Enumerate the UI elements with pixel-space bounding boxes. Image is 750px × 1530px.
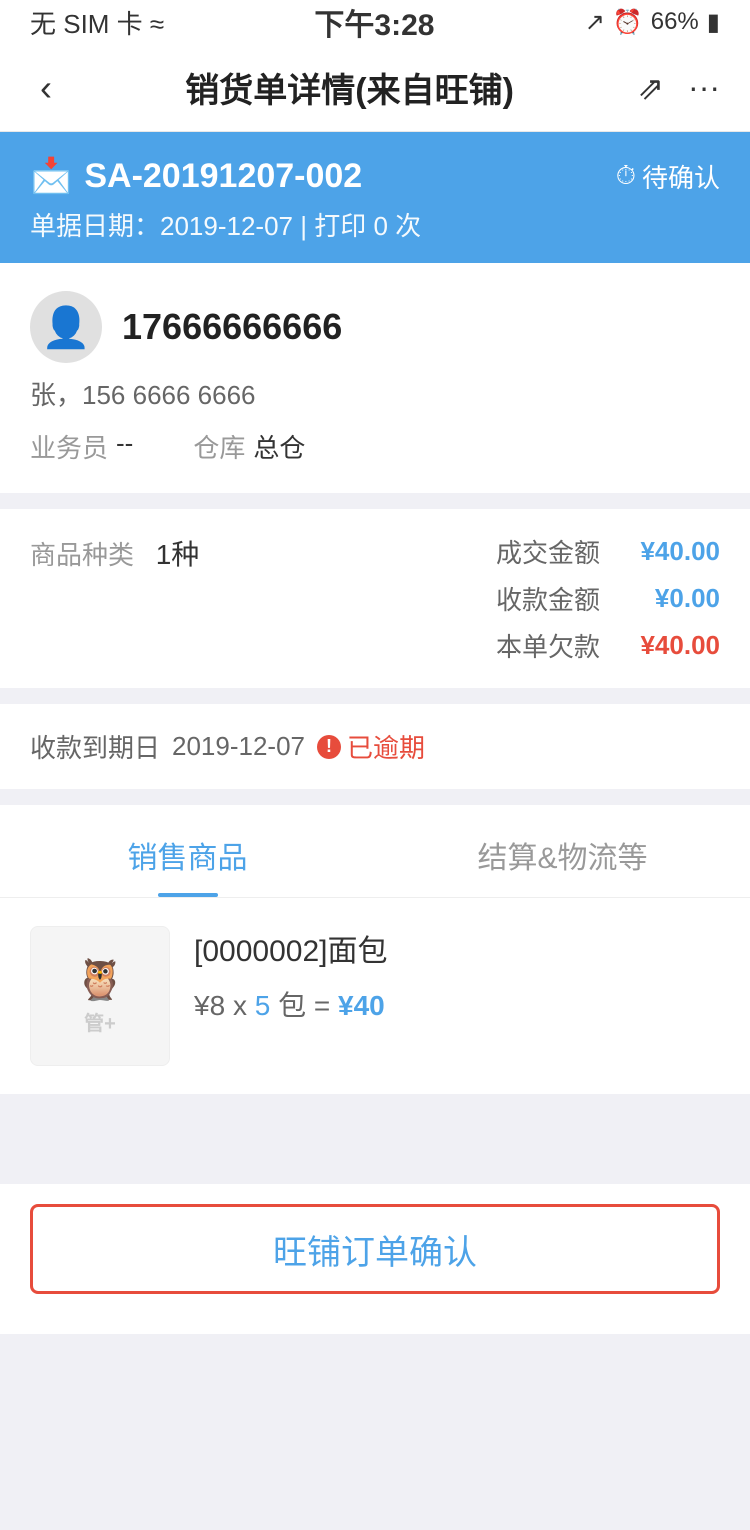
paid-row: 收款金额 ¥0.00 [496,580,720,617]
clock-icon: ⏱ [616,160,636,192]
battery-icon: ▮ [707,8,720,37]
sales-meta: 业务员 -- [30,428,133,465]
due-label: 收款到期日 [30,728,160,765]
product-logo-icon: 🦉 [75,956,125,1003]
price-total: ¥40 [338,990,385,1021]
customer-name: 张，156 6666 6666 [30,375,720,412]
warehouse-value: 总仓 [253,428,305,465]
bottom-bar: 旺铺订单确认 [0,1184,750,1334]
kind-value: 1种 [156,539,200,570]
kind-label: 商品种类 [30,540,134,570]
overdue-dot-icon: ! [317,735,341,759]
confirm-order-button[interactable]: 旺铺订单确认 [30,1204,720,1294]
back-button[interactable]: ‹ [30,57,62,119]
paid-label: 收款金额 [496,580,600,617]
product-logo-text: 管+ [84,1007,116,1036]
price-equals: = [314,990,338,1021]
product-thumbnail: 🦉 管+ [30,926,170,1066]
price-unit-label: 包 [278,990,306,1021]
price-qty: 5 [255,990,271,1021]
product-price: ¥8 x 5 包 = ¥40 [194,984,720,1024]
paid-value: ¥0.00 [620,583,720,614]
warehouse-label: 仓库 [193,428,245,465]
alarm-icon: ⏰ [613,8,643,37]
status-left: 无 SIM 卡 ≈ [30,4,164,41]
debt-value: ¥40.00 [620,630,720,661]
order-header: 📩 SA-20191207-002 ⏱ 待确认 单据日期：2019-12-07 … [0,132,750,263]
sales-label: 业务员 [30,428,108,465]
summary-right: 成交金额 ¥40.00 收款金额 ¥0.00 本单欠款 ¥40.00 [496,533,720,664]
customer-meta: 业务员 -- 仓库 总仓 [30,428,720,465]
amount-value: ¥40.00 [620,536,720,567]
status-time: 下午3:28 [314,0,434,44]
sim-status: 无 SIM 卡 ≈ [30,4,164,41]
product-section: 🦉 管+ [0000002]面包 ¥8 x 5 包 = ¥40 [0,898,750,1094]
due-section: 收款到期日 2019-12-07 ! 已逾期 [0,704,750,789]
product-info: [0000002]面包 ¥8 x 5 包 = ¥40 [194,926,720,1024]
customer-section: 👤 17666666666 张，156 6666 6666 业务员 -- 仓库 … [0,263,750,493]
debt-row: 本单欠款 ¥40.00 [496,627,720,664]
sales-value: -- [116,428,133,465]
order-id: 📩 SA-20191207-002 [30,156,362,196]
order-date: 单据日期：2019-12-07 | 打印 0 次 [30,206,720,243]
avatar: 👤 [30,291,102,363]
battery-status: 66% [651,8,699,36]
tab-sales[interactable]: 销售商品 [0,805,375,897]
warehouse-meta: 仓库 总仓 [193,428,305,465]
product-name: [0000002]面包 [194,926,720,970]
more-icon[interactable]: ··· [688,69,720,106]
avatar-icon: 👤 [41,304,91,351]
nav-bar: ‹ 销货单详情(来自旺铺) ⇗ ··· [0,44,750,132]
status-bar: 无 SIM 卡 ≈ 下午3:28 ↗ ⏰ 66% ▮ [0,0,750,44]
price-multiply: x [233,990,255,1021]
nav-actions: ⇗ ··· [637,69,720,107]
overdue-text: 已逾期 [347,728,425,765]
overdue-badge: ! 已逾期 [317,728,425,765]
order-status: ⏱ 待确认 [616,158,720,195]
customer-phone: 17666666666 [122,306,342,348]
amount-row: 成交金额 ¥40.00 [496,533,720,570]
status-right: ↗ ⏰ 66% ▮ [585,8,720,37]
summary-left: 商品种类 1种 [30,533,199,573]
share-icon[interactable]: ⇗ [637,69,664,107]
price-unit: ¥8 [194,990,225,1021]
summary-section: 商品种类 1种 成交金额 ¥40.00 收款金额 ¥0.00 本单欠款 ¥40.… [0,509,750,688]
tabs: 销售商品 结算&物流等 [0,805,750,898]
debt-label: 本单欠款 [496,627,600,664]
location-icon: ↗ [585,8,605,37]
tab-settlement[interactable]: 结算&物流等 [375,805,750,897]
due-date: 2019-12-07 [172,731,305,762]
amount-label: 成交金额 [496,533,600,570]
order-icon: 📩 [30,156,72,196]
page-title: 销货单详情(来自旺铺) [185,63,514,112]
